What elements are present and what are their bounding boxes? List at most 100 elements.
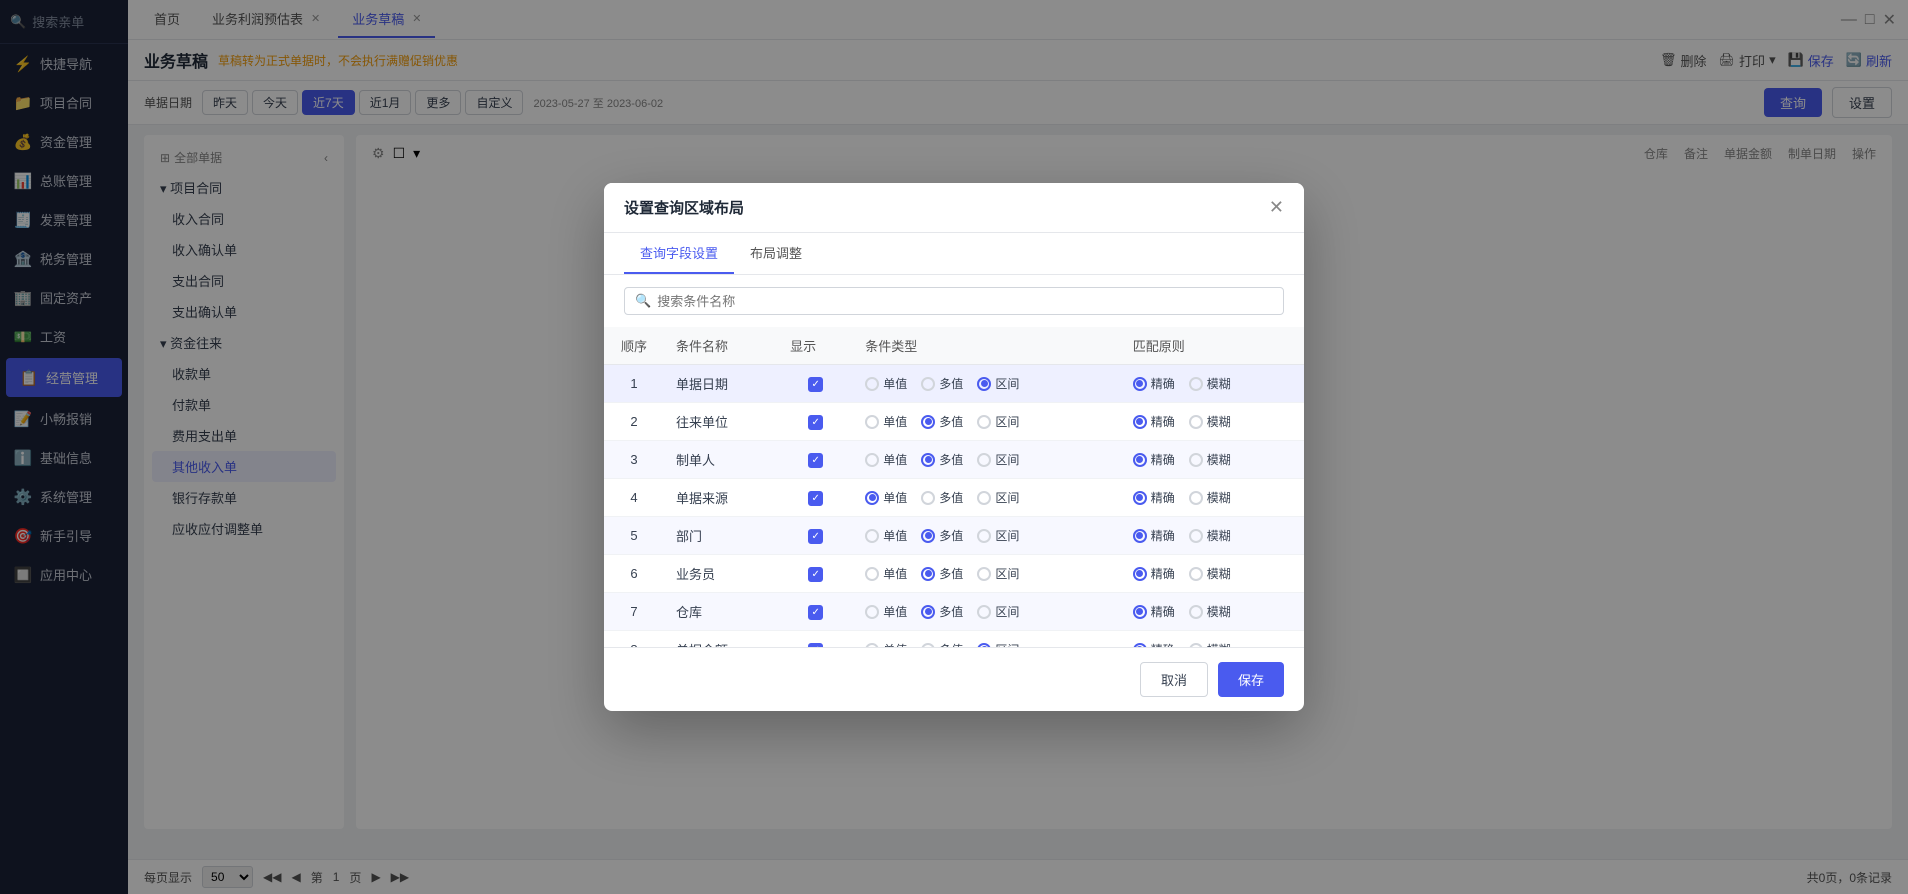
radio-type-多值[interactable]: 多值 <box>921 603 963 620</box>
cell-order: 8 <box>604 631 664 648</box>
col-order: 顺序 <box>604 327 664 365</box>
cell-order: 5 <box>604 517 664 555</box>
cell-show[interactable]: ✓ <box>778 593 853 631</box>
radio-type-区间[interactable]: 区间 <box>977 413 1019 430</box>
checkbox-show[interactable]: ✓ <box>808 415 823 430</box>
radio-match-精确[interactable]: 精确 <box>1133 603 1175 620</box>
modal-tabs: 查询字段设置 布局调整 <box>604 233 1304 275</box>
checkbox-show[interactable]: ✓ <box>808 491 823 506</box>
radio-type-区间[interactable]: 区间 <box>977 527 1019 544</box>
radio-type-单值[interactable]: 单值 <box>865 413 907 430</box>
radio-type-多值[interactable]: 多值 <box>921 413 963 430</box>
radio-match-精确[interactable]: 精确 <box>1133 413 1175 430</box>
cell-name: 单据日期 <box>664 365 778 403</box>
radio-match-模糊[interactable]: 模糊 <box>1189 641 1231 647</box>
table-row: 8 单据金额 ✓ 单值 多值 区间 精确 模糊 <box>604 631 1304 648</box>
checkbox-show[interactable]: ✓ <box>808 529 823 544</box>
radio-match-精确[interactable]: 精确 <box>1133 375 1175 392</box>
cell-show[interactable]: ✓ <box>778 365 853 403</box>
modal-header: 设置查询区域布局 ✕ <box>604 183 1304 233</box>
radio-type-多值[interactable]: 多值 <box>921 375 963 392</box>
cell-match: 精确 模糊 <box>1121 403 1304 441</box>
radio-type-区间[interactable]: 区间 <box>977 641 1019 647</box>
radio-type-多值[interactable]: 多值 <box>921 527 963 544</box>
cell-match: 精确 模糊 <box>1121 441 1304 479</box>
radio-match-模糊[interactable]: 模糊 <box>1189 565 1231 582</box>
col-type: 条件类型 <box>853 327 1120 365</box>
radio-match-模糊[interactable]: 模糊 <box>1189 413 1231 430</box>
checkbox-show[interactable]: ✓ <box>808 567 823 582</box>
cell-match: 精确 模糊 <box>1121 517 1304 555</box>
cell-order: 2 <box>604 403 664 441</box>
radio-match-精确[interactable]: 精确 <box>1133 451 1175 468</box>
cell-show[interactable]: ✓ <box>778 441 853 479</box>
radio-type-区间[interactable]: 区间 <box>977 603 1019 620</box>
radio-match-模糊[interactable]: 模糊 <box>1189 527 1231 544</box>
table-row: 4 单据来源 ✓ 单值 多值 区间 精确 模糊 <box>604 479 1304 517</box>
save-button[interactable]: 保存 <box>1218 662 1284 697</box>
tab-query-fields[interactable]: 查询字段设置 <box>624 233 734 274</box>
radio-match-精确[interactable]: 精确 <box>1133 527 1175 544</box>
cell-type: 单值 多值 区间 <box>853 555 1120 593</box>
col-show: 显示 <box>778 327 853 365</box>
radio-type-单值[interactable]: 单值 <box>865 565 907 582</box>
radio-type-区间[interactable]: 区间 <box>977 489 1019 506</box>
modal-table: 顺序 条件名称 显示 条件类型 匹配原则 1 单据日期 ✓ 单值 多值 区间 精… <box>604 327 1304 647</box>
radio-match-模糊[interactable]: 模糊 <box>1189 603 1231 620</box>
radio-match-模糊[interactable]: 模糊 <box>1189 451 1231 468</box>
cell-show[interactable]: ✓ <box>778 555 853 593</box>
radio-type-单值[interactable]: 单值 <box>865 603 907 620</box>
checkbox-show[interactable]: ✓ <box>808 643 823 647</box>
cell-show[interactable]: ✓ <box>778 479 853 517</box>
cell-match: 精确 模糊 <box>1121 593 1304 631</box>
cell-show[interactable]: ✓ <box>778 403 853 441</box>
modal-overlay[interactable]: 设置查询区域布局 ✕ 查询字段设置 布局调整 🔍 顺序 条件名称 显示 条件类型 <box>0 0 1908 894</box>
cell-match: 精确 模糊 <box>1121 479 1304 517</box>
radio-match-精确[interactable]: 精确 <box>1133 641 1175 647</box>
radio-type-单值[interactable]: 单值 <box>865 527 907 544</box>
table-row: 6 业务员 ✓ 单值 多值 区间 精确 模糊 <box>604 555 1304 593</box>
radio-match-精确[interactable]: 精确 <box>1133 489 1175 506</box>
cell-order: 4 <box>604 479 664 517</box>
cell-type: 单值 多值 区间 <box>853 403 1120 441</box>
modal-table-body: 1 单据日期 ✓ 单值 多值 区间 精确 模糊 2 往来单位 ✓ 单值 多值 区… <box>604 365 1304 648</box>
cell-name: 业务员 <box>664 555 778 593</box>
radio-type-多值[interactable]: 多值 <box>921 641 963 647</box>
checkbox-show[interactable]: ✓ <box>808 377 823 392</box>
tab-layout[interactable]: 布局调整 <box>734 233 818 274</box>
radio-type-单值[interactable]: 单值 <box>865 375 907 392</box>
col-match: 匹配原则 <box>1121 327 1304 365</box>
modal-search-box: 🔍 <box>624 287 1284 315</box>
radio-type-单值[interactable]: 单值 <box>865 451 907 468</box>
radio-type-单值[interactable]: 单值 <box>865 489 907 506</box>
cell-show[interactable]: ✓ <box>778 517 853 555</box>
radio-type-多值[interactable]: 多值 <box>921 489 963 506</box>
cancel-button[interactable]: 取消 <box>1140 662 1208 697</box>
cell-match: 精确 模糊 <box>1121 631 1304 648</box>
radio-type-多值[interactable]: 多值 <box>921 451 963 468</box>
radio-type-区间[interactable]: 区间 <box>977 451 1019 468</box>
modal-search-icon: 🔍 <box>635 293 651 309</box>
radio-match-模糊[interactable]: 模糊 <box>1189 375 1231 392</box>
cell-name: 单据来源 <box>664 479 778 517</box>
radio-type-区间[interactable]: 区间 <box>977 375 1019 392</box>
radio-type-区间[interactable]: 区间 <box>977 565 1019 582</box>
table-row: 1 单据日期 ✓ 单值 多值 区间 精确 模糊 <box>604 365 1304 403</box>
checkbox-show[interactable]: ✓ <box>808 453 823 468</box>
cell-order: 6 <box>604 555 664 593</box>
checkbox-show[interactable]: ✓ <box>808 605 823 620</box>
cell-name: 单据金额 <box>664 631 778 648</box>
modal-search-input[interactable] <box>657 294 1273 309</box>
modal-title: 设置查询区域布局 <box>624 197 744 218</box>
radio-match-精确[interactable]: 精确 <box>1133 565 1175 582</box>
radio-match-模糊[interactable]: 模糊 <box>1189 489 1231 506</box>
cell-name: 往来单位 <box>664 403 778 441</box>
cell-type: 单值 多值 区间 <box>853 441 1120 479</box>
radio-type-多值[interactable]: 多值 <box>921 565 963 582</box>
radio-type-单值[interactable]: 单值 <box>865 641 907 647</box>
cell-show[interactable]: ✓ <box>778 631 853 648</box>
modal-close-button[interactable]: ✕ <box>1269 197 1284 218</box>
cell-match: 精确 模糊 <box>1121 555 1304 593</box>
cell-name: 部门 <box>664 517 778 555</box>
table-row: 7 仓库 ✓ 单值 多值 区间 精确 模糊 <box>604 593 1304 631</box>
